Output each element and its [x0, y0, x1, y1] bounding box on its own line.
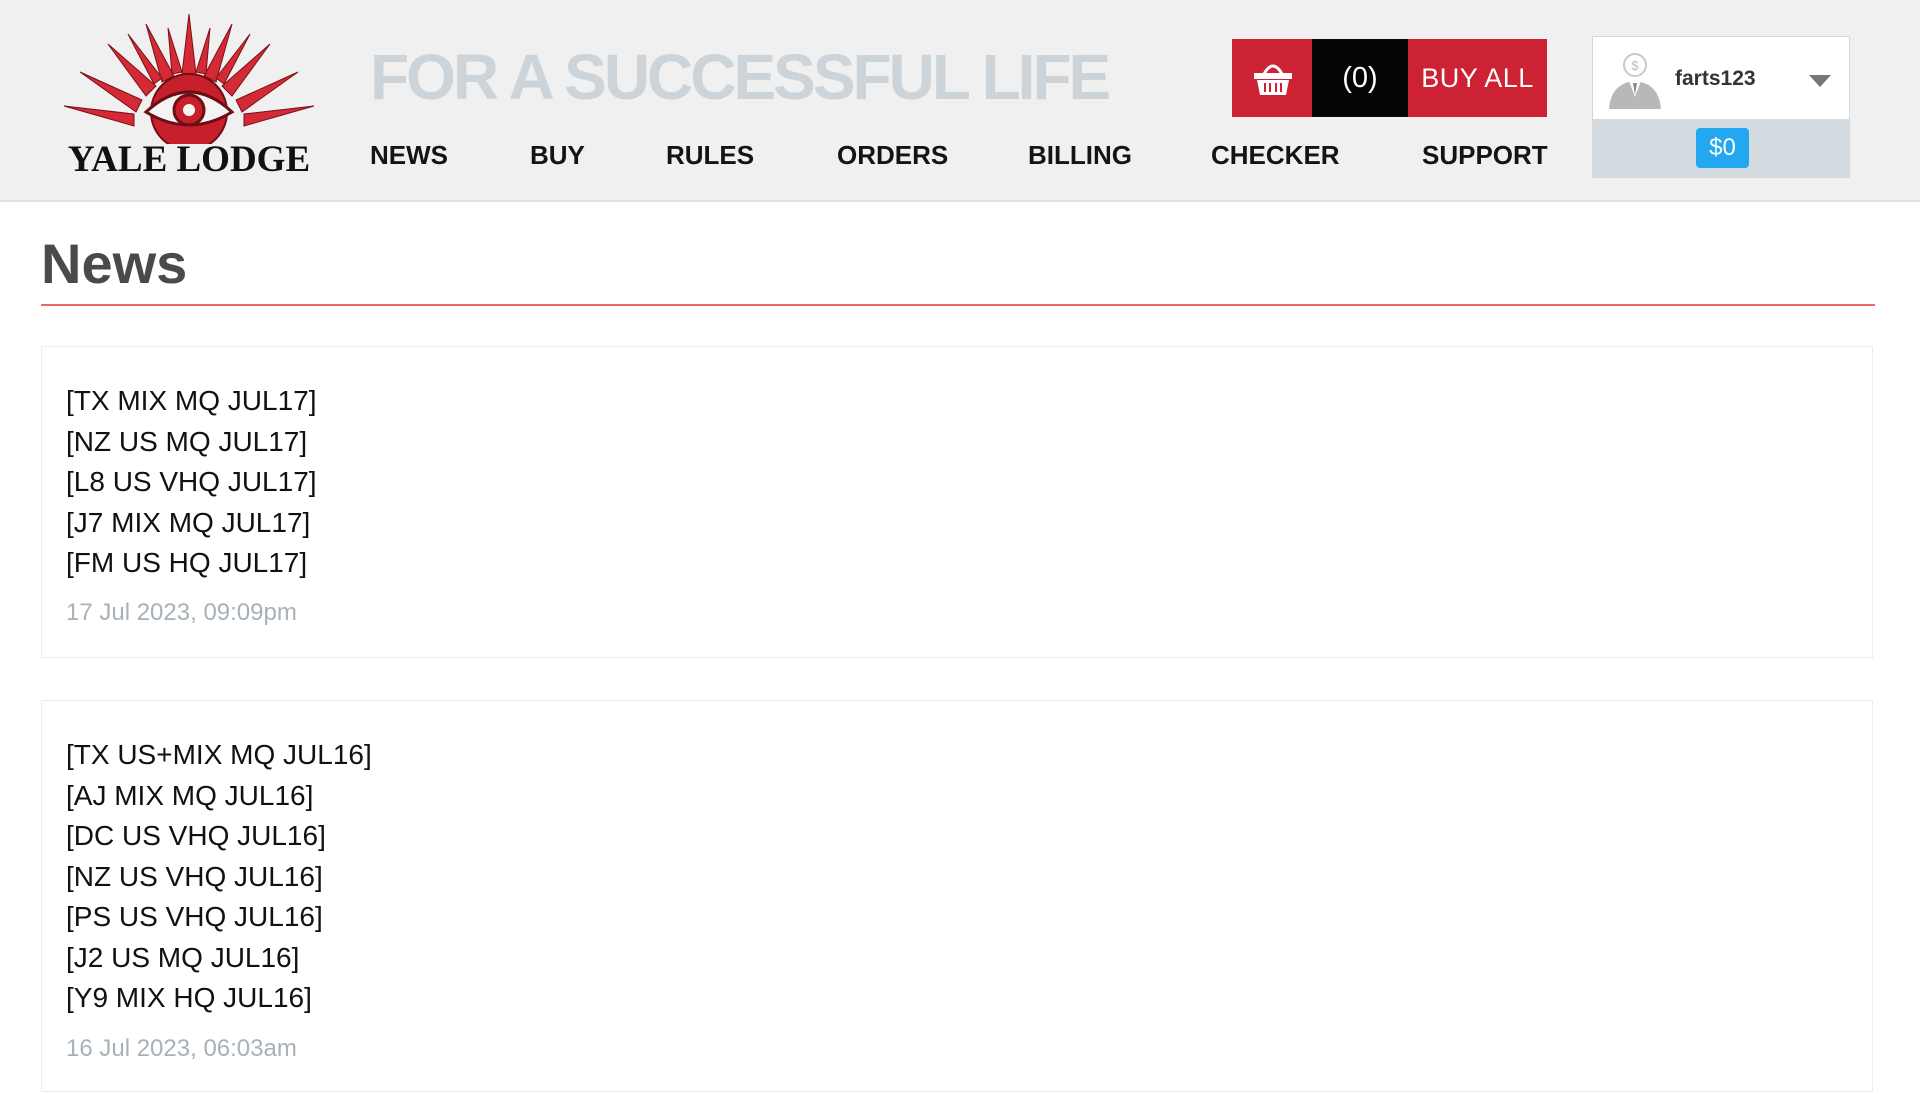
news-date: 16 Jul 2023, 06:03am [66, 1035, 297, 1062]
site-header: YALE LODGE FOR A SUCCESSFUL LIFE NEWS BU… [0, 0, 1920, 202]
nav-orders[interactable]: ORDERS [837, 140, 948, 171]
news-line: [NZ US VHQ JUL16] [66, 860, 323, 892]
chevron-down-icon [1809, 75, 1831, 87]
site-logo[interactable]: YALE LODGE [58, 13, 320, 180]
page-title: News [41, 232, 188, 295]
eye-sunburst-logo-icon [63, 13, 315, 151]
balance-bar: $0 [1593, 119, 1849, 177]
news-line: [L8 US VHQ JUL17] [66, 466, 317, 497]
news-line: [AJ MIX MQ JUL16] [66, 779, 314, 811]
site-slogan: FOR A SUCCESSFUL LIFE [370, 41, 1111, 113]
user-menu: $ farts123 $0 [1592, 36, 1850, 178]
main-content: News [TX MIX MQ JUL17] [NZ US MQ JUL17] … [41, 232, 1875, 1092]
user-dropdown-toggle[interactable]: $ farts123 [1593, 37, 1849, 119]
nav-rules[interactable]: RULES [666, 140, 754, 171]
news-line: [TX MIX MQ JUL17] [66, 385, 317, 416]
news-line: [DC US VHQ JUL16] [66, 820, 326, 851]
news-line: [J2 US MQ JUL16] [66, 941, 300, 973]
cart-count[interactable]: (0) [1312, 39, 1408, 117]
avatar-icon: $ [1609, 53, 1661, 109]
basket-icon [1254, 64, 1292, 95]
balance-badge[interactable]: $0 [1696, 128, 1749, 168]
news-line: [J7 MIX MQ JUL17] [66, 506, 311, 538]
news-lines: [TX US+MIX MQ JUL16] [AJ MIX MQ JUL16] [… [66, 735, 372, 1019]
buy-all-button[interactable]: BUY ALL [1408, 39, 1547, 117]
news-line: [PS US VHQ JUL16] [66, 901, 323, 932]
news-line: [Y9 MIX HQ JUL16] [66, 982, 312, 1013]
news-line: [NZ US MQ JUL17] [66, 425, 308, 457]
nav-news[interactable]: NEWS [370, 140, 448, 171]
cart-button[interactable] [1232, 39, 1312, 117]
nav-buy[interactable]: BUY [530, 140, 585, 171]
username: farts123 [1675, 67, 1756, 90]
news-item: [TX US+MIX MQ JUL16] [AJ MIX MQ JUL16] [… [41, 700, 1873, 1092]
logo-text: YALE LODGE [67, 139, 311, 180]
title-divider [41, 304, 1875, 306]
news-line: [TX US+MIX MQ JUL16] [66, 739, 372, 770]
news-lines: [TX MIX MQ JUL17] [NZ US MQ JUL17] [L8 U… [66, 381, 317, 584]
nav-checker[interactable]: CHECKER [1211, 140, 1340, 171]
news-line: [FM US HQ JUL17] [66, 547, 308, 578]
svg-text:$: $ [1631, 58, 1639, 73]
news-date: 17 Jul 2023, 09:09pm [66, 599, 297, 626]
nav-support[interactable]: SUPPORT [1422, 140, 1548, 171]
nav-billing[interactable]: BILLING [1028, 140, 1132, 171]
news-item: [TX MIX MQ JUL17] [NZ US MQ JUL17] [L8 U… [41, 346, 1873, 658]
